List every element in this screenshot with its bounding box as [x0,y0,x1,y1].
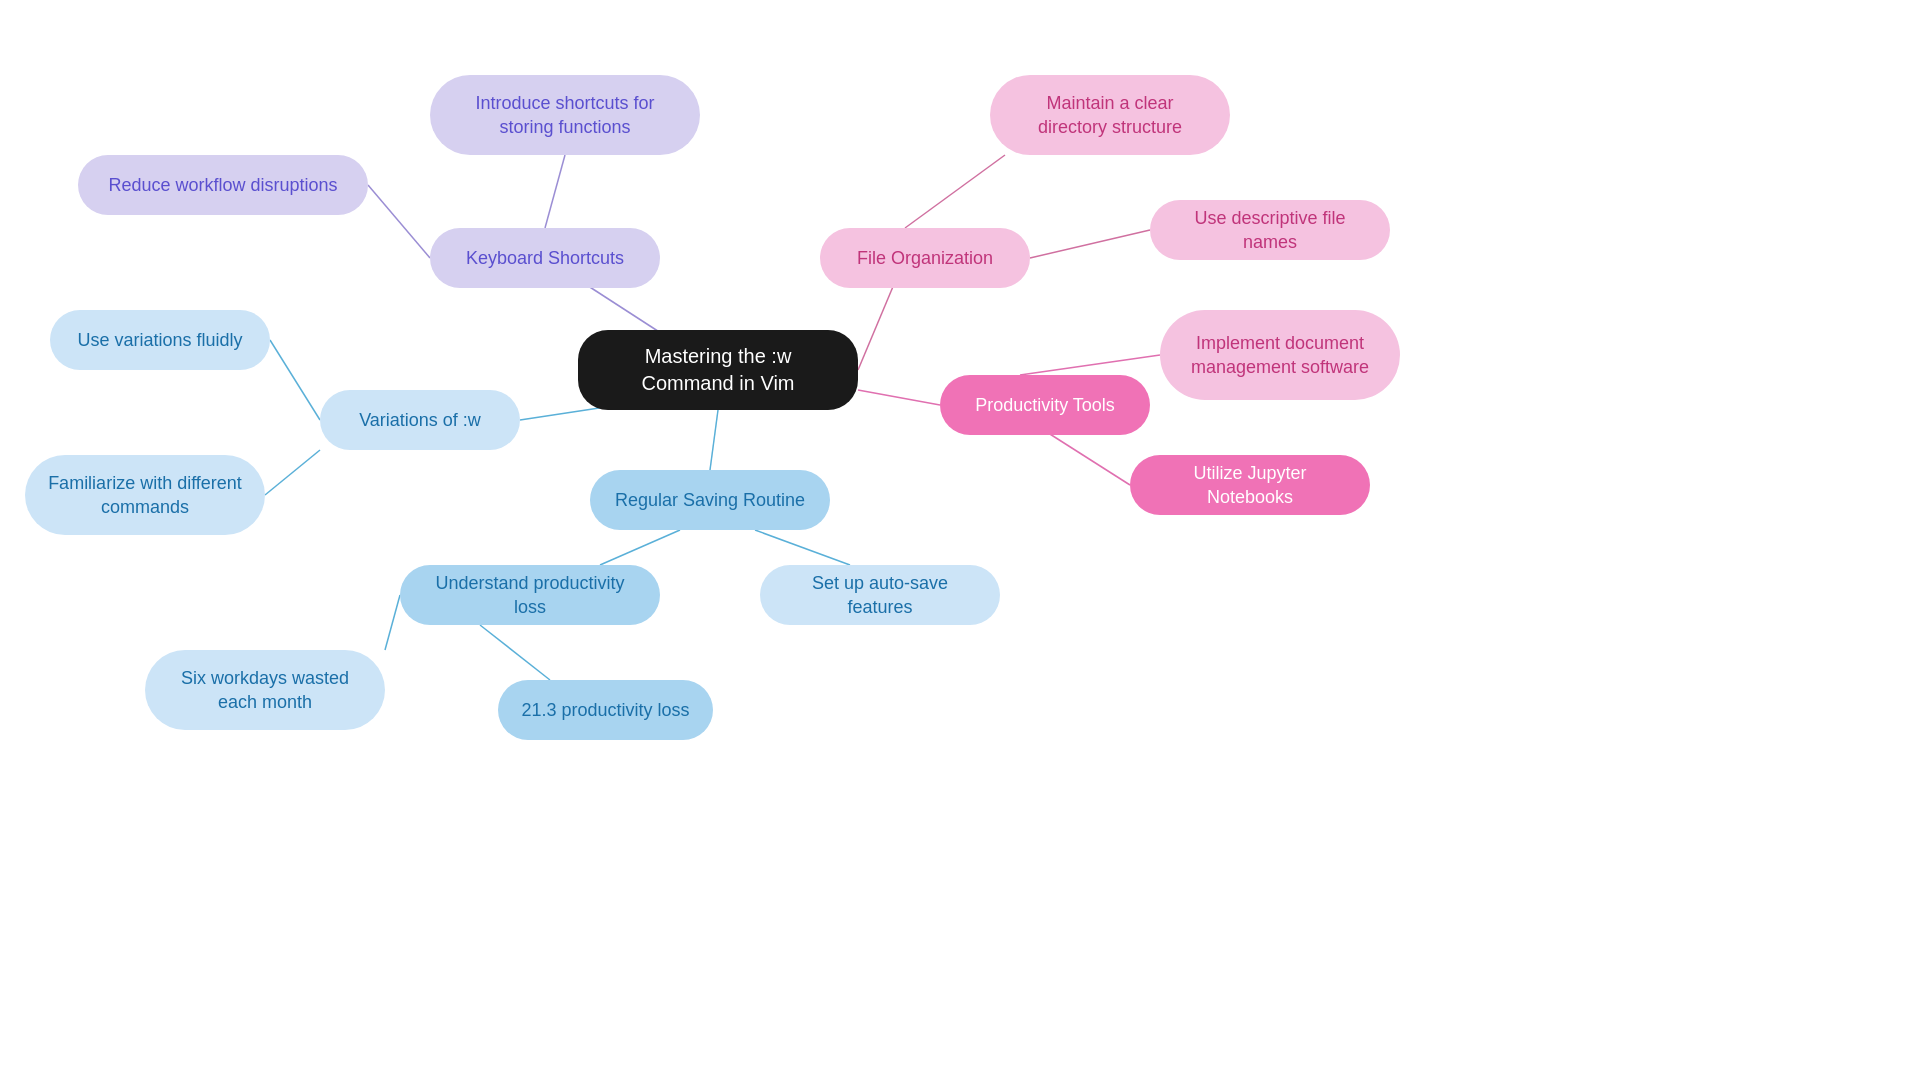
maintain-directory-node: Maintain a clear directory structure [990,75,1230,155]
productivity-tools-node: Productivity Tools [940,375,1150,435]
file-organization-node: File Organization [820,228,1030,288]
reduce-workflow-node: Reduce workflow disruptions [78,155,368,215]
svg-line-12 [905,155,1005,228]
svg-line-10 [755,530,850,565]
auto-save-node: Set up auto-save features [760,565,1000,625]
svg-line-2 [368,185,430,258]
svg-line-9 [480,625,550,680]
svg-line-5 [265,450,320,495]
svg-line-1 [545,155,565,228]
svg-line-15 [1020,355,1160,375]
familiarize-node: Familiarize with different commands [25,455,265,535]
introduce-shortcuts-node: Introduce shortcuts for storing function… [430,75,700,155]
productivity-loss-node: 21.3 productivity loss [498,680,713,740]
use-variations-node: Use variations fluidly [50,310,270,370]
use-descriptive-node: Use descriptive file names [1150,200,1390,260]
six-workdays-node: Six workdays wasted each month [145,650,385,730]
svg-line-4 [270,340,320,420]
regular-saving-node: Regular Saving Routine [590,470,830,530]
svg-line-8 [385,595,400,650]
svg-line-7 [600,530,680,565]
center-node: Mastering the :w Command in Vim [578,330,858,410]
variations-node: Variations of :w [320,390,520,450]
svg-line-14 [858,390,940,405]
keyboard-shortcuts-node: Keyboard Shortcuts [430,228,660,288]
understand-productivity-node: Understand productivity loss [400,565,660,625]
svg-line-13 [1030,230,1150,258]
svg-line-6 [710,410,718,470]
utilize-jupyter-node: Utilize Jupyter Notebooks [1130,455,1370,515]
implement-doc-node: Implement document management software [1160,310,1400,400]
